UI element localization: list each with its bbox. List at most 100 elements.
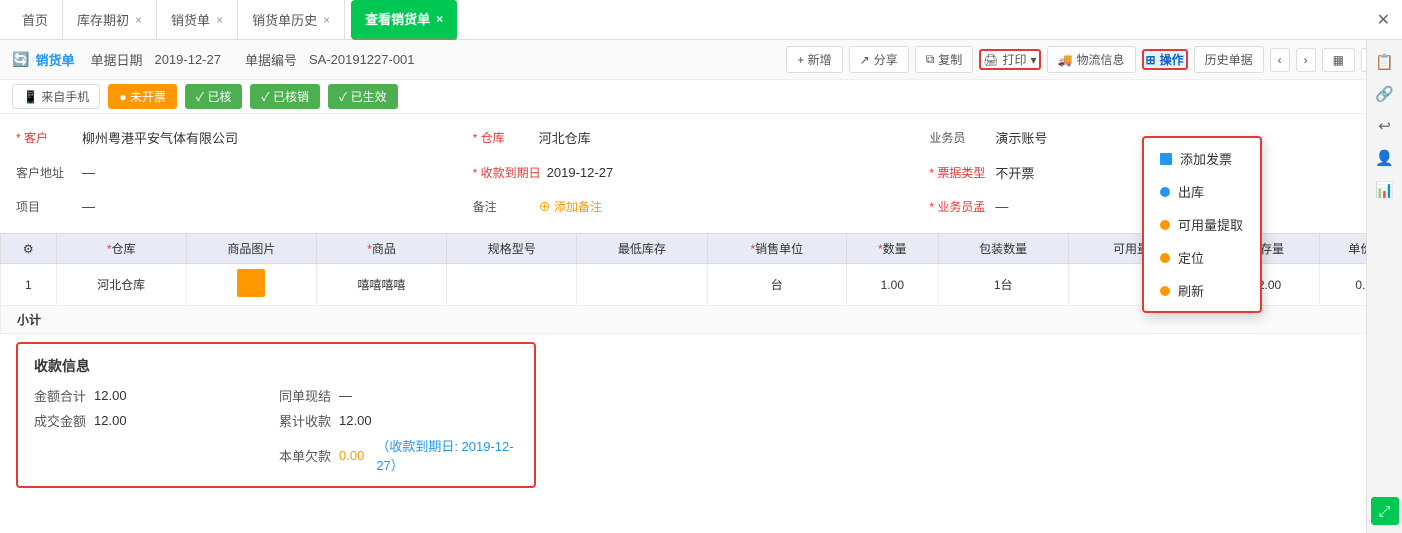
side-icon-expand[interactable]: ⤢	[1371, 497, 1399, 525]
refresh-item[interactable]: 刷新	[1144, 274, 1260, 307]
project-value: —	[82, 199, 95, 214]
col-quantity: *数量	[847, 234, 938, 264]
staff-value: 演示账号	[995, 128, 1047, 147]
logistics-icon: 🚚	[1058, 53, 1073, 67]
side-icon-chart[interactable]: 📊	[1371, 176, 1399, 204]
history-button[interactable]: 历史单据	[1194, 46, 1264, 73]
logistics-button[interactable]: 🚚 物流信息	[1047, 46, 1136, 73]
locate-icon	[1160, 253, 1170, 263]
doc-info: 单据日期 2019-12-27 单据编号 SA-20191227-001	[90, 50, 770, 69]
close-sales-order[interactable]: ×	[216, 13, 223, 27]
payment-col-right: 同单现结 — 累计收款 12.00 本单欠款 0.00 （收款到期日: 2019…	[279, 386, 518, 474]
cumulative-label: 累计收款	[279, 411, 331, 430]
link-icon: 🔗	[1375, 85, 1394, 103]
doc-type-title: 🔄 销货单	[12, 50, 74, 69]
tab-inventory-init[interactable]: 库存期初 ×	[63, 0, 157, 40]
payment-grid: 金额合计 12.00 成交金额 12.00 同单现结 — 累计收款 12.00	[34, 386, 518, 474]
row-no: 1	[1, 264, 57, 306]
note-field: 备注 ⊕ 添加备注	[473, 194, 930, 219]
row-min-stock	[577, 264, 707, 306]
out-stock-item[interactable]: 出库	[1144, 175, 1260, 208]
customer-label: * 客户	[16, 129, 76, 146]
nav-next-button[interactable]: ›	[1296, 48, 1316, 72]
row-quantity: 1.00	[847, 264, 938, 306]
total-amount-label: 金额合计	[34, 386, 86, 405]
sold-off-icon: ✓	[261, 90, 269, 104]
row-pack-qty: 1台	[938, 264, 1068, 306]
tab-sales-order[interactable]: 销货单 ×	[157, 0, 238, 40]
share-icon: ↗	[860, 53, 870, 67]
print-button[interactable]: 🖨 打印 ▾	[979, 49, 1040, 70]
number-label: 单据编号	[245, 50, 297, 69]
tab-sales-history[interactable]: 销货单历史 ×	[238, 0, 345, 40]
add-note-button[interactable]: ⊕ 添加备注	[539, 198, 602, 215]
add-invoice-item[interactable]: 添加发票	[1144, 142, 1260, 175]
row-warehouse: 河北仓库	[56, 264, 186, 306]
sold-off-button[interactable]: ✓ 已核销	[250, 84, 320, 109]
total-amount-row: 金额合计 12.00	[34, 386, 273, 405]
note-label: 备注	[473, 198, 533, 215]
due-date-label: * 收款到期日	[473, 164, 541, 181]
arrears-value: 0.00	[339, 448, 364, 463]
total-amount-value: 12.00	[94, 388, 127, 403]
close-inventory-init[interactable]: ×	[135, 13, 142, 27]
col-spec: 规格型号	[447, 234, 577, 264]
add-invoice-icon	[1160, 153, 1172, 165]
from-phone-button[interactable]: 📱 来自手机	[12, 84, 100, 109]
new-button[interactable]: + 新增	[786, 46, 842, 73]
same-order-row: 同单现结 —	[279, 386, 518, 405]
side-icon-clipboard[interactable]: 📋	[1371, 48, 1399, 76]
ticket-value: 不开票	[995, 163, 1034, 182]
side-icon-refresh[interactable]: ↩	[1371, 112, 1399, 140]
col-sales-unit: *销售单位	[707, 234, 847, 264]
date-label: 单据日期	[90, 50, 142, 69]
grid-view-button[interactable]: ▦	[1322, 48, 1355, 72]
payment-section: 收款信息 金额合计 12.00 成交金额 12.00 同单现结 — 累计收款	[16, 342, 536, 488]
operation-dropdown: 添加发票 出库 可用量提取 定位 刷新	[1142, 136, 1262, 313]
same-order-value: —	[339, 388, 352, 403]
nav-prev-button[interactable]: ‹	[1270, 48, 1290, 72]
operation-button[interactable]: ⊞ 操作	[1142, 49, 1188, 70]
project-field: 项目 —	[16, 194, 473, 219]
biz-staff-label: * 业务员孟	[929, 198, 989, 215]
date-value: 2019-12-27	[154, 52, 221, 67]
col-settings[interactable]: ⚙	[1, 234, 57, 264]
checked-button[interactable]: ✓ 已核	[185, 84, 243, 109]
arrears-row: 本单欠款 0.00 （收款到期日: 2019-12-27）	[279, 436, 518, 474]
available-qty-label: 可用量提取	[1178, 215, 1243, 234]
due-date-field: * 收款到期日 2019-12-27	[473, 159, 930, 186]
warehouse-value: 河北仓库	[539, 128, 591, 147]
product-image	[237, 269, 265, 297]
col-pack-qty: 包装数量	[938, 234, 1068, 264]
side-icon-link[interactable]: 🔗	[1371, 80, 1399, 108]
tab-bar: 首页 库存期初 × 销货单 × 销货单历史 × 查看销货单 × ✕	[0, 0, 1402, 40]
effective-icon: ✓	[339, 90, 347, 104]
payment-title: 收款信息	[34, 356, 518, 376]
available-qty-item[interactable]: 可用量提取	[1144, 208, 1260, 241]
grid-icon: ⊞	[1146, 53, 1156, 67]
locate-item[interactable]: 定位	[1144, 241, 1260, 274]
not-open-icon: ●	[119, 90, 126, 104]
side-icons-panel: 📋 🔗 ↩ 👤 📊 ⤢	[1366, 40, 1402, 533]
tab-view-sales[interactable]: 查看销货单 ×	[351, 0, 458, 40]
clipboard-icon: 📋	[1375, 53, 1394, 71]
side-icon-user[interactable]: 👤	[1371, 144, 1399, 172]
refresh-icon	[1160, 286, 1170, 296]
print-dropdown-arrow: ▾	[1031, 53, 1037, 67]
customer-value: 柳州粤港平安气体有限公司	[82, 128, 238, 147]
share-button[interactable]: ↗ 分享	[849, 46, 909, 73]
biz-staff-value: —	[995, 199, 1008, 214]
tab-home[interactable]: 首页	[8, 0, 63, 40]
warehouse-field: * 仓库 河北仓库	[473, 124, 930, 151]
effective-button[interactable]: ✓ 已生效	[328, 84, 398, 109]
col-min-stock: 最低库存	[577, 234, 707, 264]
close-sales-history[interactable]: ×	[323, 13, 330, 27]
user-icon: 👤	[1375, 149, 1394, 167]
close-view-sales[interactable]: ×	[436, 12, 443, 26]
not-open-button[interactable]: ● 未开票	[108, 84, 177, 109]
copy-button[interactable]: ⧉ 复制	[915, 46, 974, 73]
project-label: 项目	[16, 198, 76, 215]
arrears-label: 本单欠款	[279, 446, 331, 465]
close-window-button[interactable]: ✕	[1377, 10, 1390, 30]
staff-label: 业务员	[929, 129, 989, 146]
